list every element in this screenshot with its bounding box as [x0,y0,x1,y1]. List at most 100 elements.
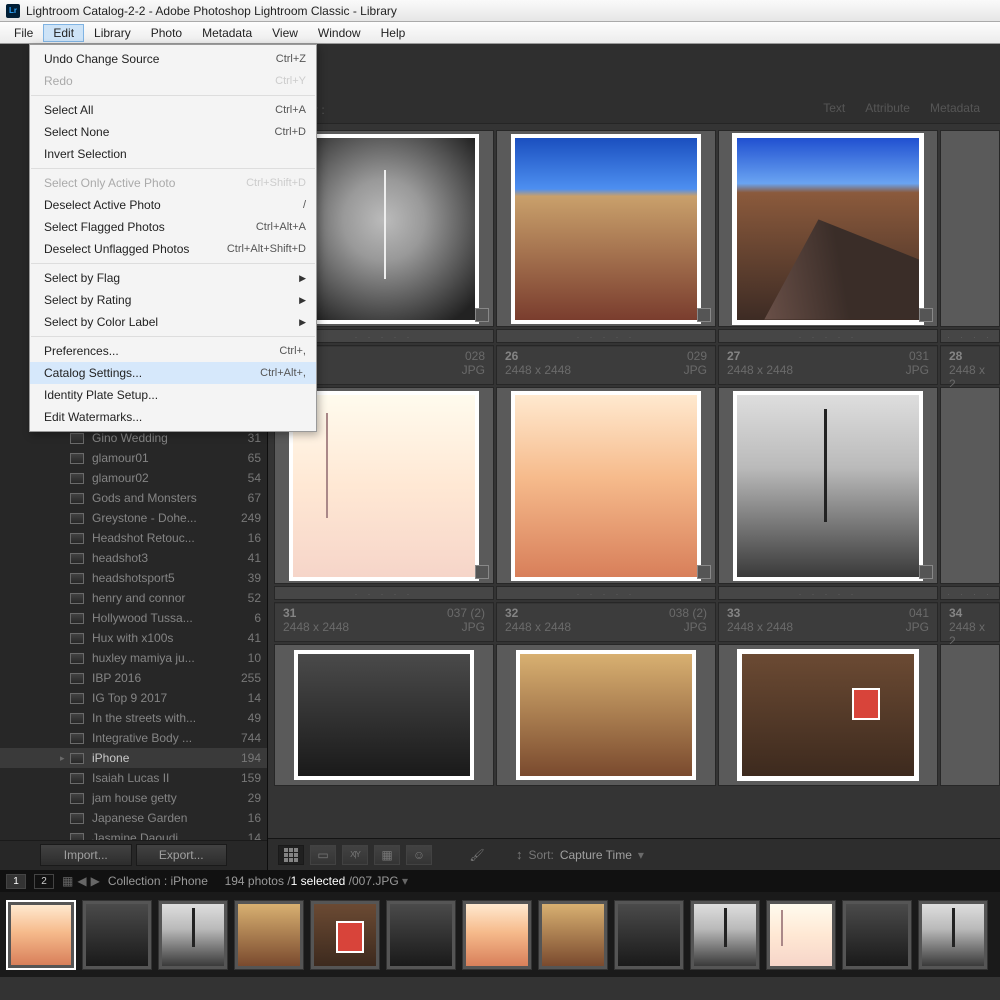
menu-item-select-by-color-label[interactable]: Select by Color Label▶ [30,311,316,333]
collection-item[interactable]: ▸Jasmine Daoudi14 [0,828,267,840]
export-button[interactable]: Export... [136,844,228,866]
collection-item[interactable]: ▸Gods and Monsters67 [0,488,267,508]
menu-item-deselect-active-photo[interactable]: Deselect Active Photo/ [30,194,316,216]
flag-icon[interactable] [919,308,933,322]
menu-view[interactable]: View [262,24,308,42]
flag-icon[interactable] [475,308,489,322]
menu-item-undo-change-source[interactable]: Undo Change SourceCtrl+Z [30,48,316,70]
filmstrip-thumb[interactable] [538,900,608,970]
grid-cell[interactable] [718,130,938,327]
filmstrip-thumb[interactable] [82,900,152,970]
collection-item[interactable]: ▸Headshot Retouc...16 [0,528,267,548]
collection-item[interactable]: ▸iPhone194 [0,748,267,768]
flag-icon[interactable] [697,308,711,322]
collection-item[interactable]: ▸headshot341 [0,548,267,568]
filmstrip-thumb[interactable] [6,900,76,970]
sort-dropdown-icon[interactable]: ▾ [638,848,644,862]
nav-forward-icon[interactable]: ▶ [91,874,100,888]
menu-file[interactable]: File [4,24,43,42]
edit-menu-dropdown[interactable]: Undo Change SourceCtrl+ZRedoCtrl+YSelect… [29,44,317,432]
filmstrip-thumb[interactable] [842,900,912,970]
filmstrip-nav[interactable]: ▦ ◀ ▶ [62,874,100,888]
menu-item-select-only-active-photo: Select Only Active PhotoCtrl+Shift+D [30,172,316,194]
menu-item-edit-watermarks-[interactable]: Edit Watermarks... [30,406,316,428]
grid-cell[interactable] [940,644,1000,786]
collection-item[interactable]: ▸headshotsport539 [0,568,267,588]
collection-item[interactable]: ▸In the streets with...49 [0,708,267,728]
collection-item[interactable]: ▸glamour0165 [0,448,267,468]
collection-item[interactable]: ▸henry and connor52 [0,588,267,608]
filmstrip-thumb[interactable] [918,900,988,970]
collection-item[interactable]: ▸IG Top 9 201714 [0,688,267,708]
sort-az-icon[interactable]: ↕ [516,847,523,862]
import-button[interactable]: Import... [40,844,132,866]
menu-item-preferences-[interactable]: Preferences...Ctrl+, [30,340,316,362]
menubar[interactable]: FileEditLibraryPhotoMetadataViewWindowHe… [0,22,1000,44]
collections-list[interactable]: ▸Gino Wedding31▸glamour0165▸glamour0254▸… [0,428,267,840]
filmstrip-thumb[interactable] [690,900,760,970]
page-1[interactable]: 1 [6,874,26,889]
menu-item-catalog-settings-[interactable]: Catalog Settings...Ctrl+Alt+, [30,362,316,384]
collection-item[interactable]: ▸jam house getty29 [0,788,267,808]
collection-item[interactable]: ▸Japanese Garden16 [0,808,267,828]
collection-item[interactable]: ▸Hux with x100s41 [0,628,267,648]
menu-library[interactable]: Library [84,24,141,42]
filter-text[interactable]: Text [813,99,855,117]
survey-view-button[interactable]: ▦ [374,845,400,865]
library-filter-bar[interactable]: ry Filter : Text Attribute Metadata [268,44,1000,124]
grid-toolbar[interactable]: ▭ X|Y ▦ ☺ 🖌 ↕ Sort: Capture Time ▾ [268,838,1000,870]
filmstrip-thumb[interactable] [158,900,228,970]
flag-icon[interactable] [697,565,711,579]
nav-back-icon[interactable]: ◀ [77,874,86,888]
collection-item[interactable]: ▸huxley mamiya ju...10 [0,648,267,668]
menu-item-select-none[interactable]: Select NoneCtrl+D [30,121,316,143]
status-dropdown-icon[interactable]: ▾ [402,874,408,888]
menu-item-select-by-flag[interactable]: Select by Flag▶ [30,267,316,289]
menu-edit[interactable]: Edit [43,24,84,42]
grid-cell[interactable] [940,387,1000,584]
people-view-button[interactable]: ☺ [406,845,432,865]
filmstrip-thumb[interactable] [766,900,836,970]
menu-item-select-flagged-photos[interactable]: Select Flagged PhotosCtrl+Alt+A [30,216,316,238]
flag-icon[interactable] [919,565,933,579]
collection-item[interactable]: ▸Isaiah Lucas II159 [0,768,267,788]
collection-item[interactable]: ▸IBP 2016255 [0,668,267,688]
filter-metadata[interactable]: Metadata [920,99,990,117]
grid-cell[interactable] [496,387,716,584]
menu-metadata[interactable]: Metadata [192,24,262,42]
thumbnail-grid[interactable]: . . . . .. . . . .. . . . .. . . . .2448… [268,124,1000,838]
filter-attribute[interactable]: Attribute [855,99,920,117]
filmstrip-thumb[interactable] [310,900,380,970]
filmstrip-thumb[interactable] [234,900,304,970]
painter-tool-button[interactable]: 🖌 [464,845,490,865]
filmstrip-thumb[interactable] [462,900,532,970]
page-2[interactable]: 2 [34,874,54,889]
sort-value[interactable]: Capture Time [560,848,632,862]
collection-item[interactable]: ▸glamour0254 [0,468,267,488]
menu-item-select-all[interactable]: Select AllCtrl+A [30,99,316,121]
grid-cell[interactable] [274,644,494,786]
menu-window[interactable]: Window [308,24,371,42]
menu-item-deselect-unflagged-photos[interactable]: Deselect Unflagged PhotosCtrl+Alt+Shift+… [30,238,316,260]
grid-cell[interactable] [718,387,938,584]
filmstrip-thumb[interactable] [614,900,684,970]
menu-item-invert-selection[interactable]: Invert Selection [30,143,316,165]
flag-icon[interactable] [475,565,489,579]
filmstrip[interactable] [0,892,1000,977]
compare-view-button[interactable]: X|Y [342,845,368,865]
collection-item[interactable]: ▸Integrative Body ...744 [0,728,267,748]
filmstrip-thumb[interactable] [386,900,456,970]
menu-item-identity-plate-setup-[interactable]: Identity Plate Setup... [30,384,316,406]
loupe-view-button[interactable]: ▭ [310,845,336,865]
grid-cell[interactable] [940,130,1000,327]
menu-item-select-by-rating[interactable]: Select by Rating▶ [30,289,316,311]
collection-item[interactable]: ▸Greystone - Dohe...249 [0,508,267,528]
grid-cell[interactable] [496,130,716,327]
grid-icon[interactable]: ▦ [62,874,73,888]
grid-view-button[interactable] [278,845,304,865]
grid-cell[interactable] [718,644,938,786]
menu-photo[interactable]: Photo [141,24,192,42]
grid-cell[interactable] [496,644,716,786]
menu-help[interactable]: Help [371,24,416,42]
collection-item[interactable]: ▸Hollywood Tussa...6 [0,608,267,628]
